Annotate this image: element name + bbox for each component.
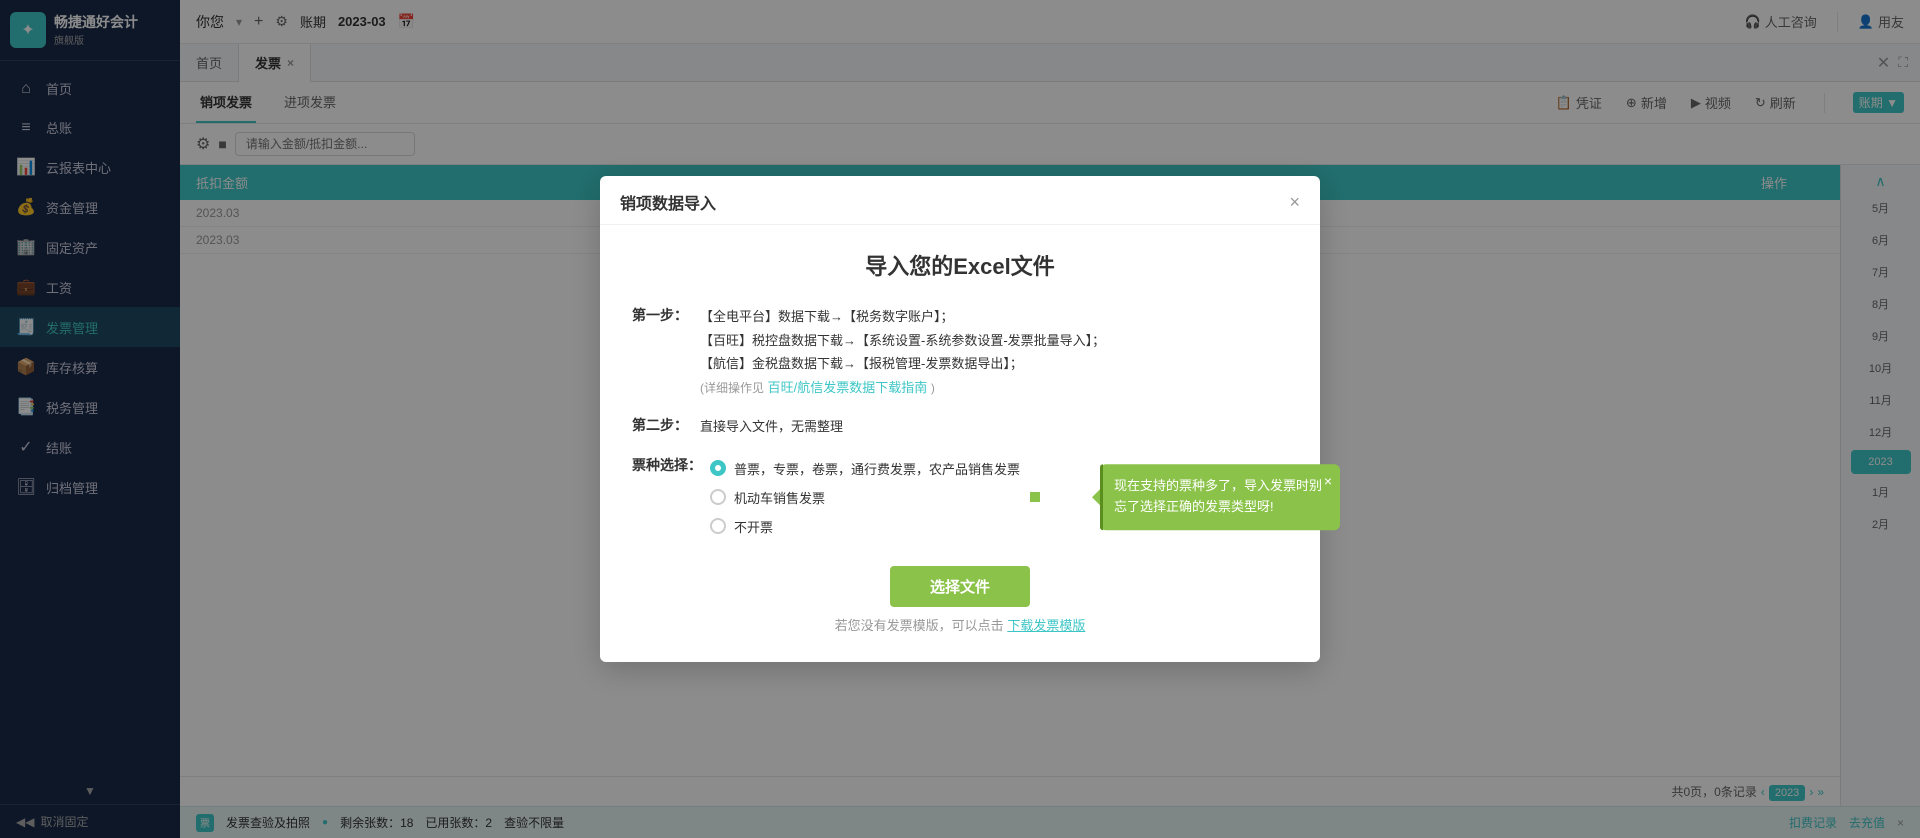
step1-hint: (详细操作见 百旺/航信发票数据下载指南 ) [700,376,1105,400]
radio-label-2: 机动车销售发票 [734,488,825,507]
radio-circle-3 [710,518,726,534]
step1-line1: 【全电平台】数据下载→【税务数字账户】； [700,305,1105,328]
step1-content: 【全电平台】数据下载→【税务数字账户】； 【百旺】税控盘数据下载→【系统设置-系… [700,305,1105,399]
step1-line3: 【航信】金税盘数据下载→【报税管理-发票数据导出】； [700,352,1105,375]
modal-header: 销项数据导入 × [600,176,1320,225]
step1-hint-text: (详细操作见 [700,381,764,395]
import-modal: 销项数据导入 × 导入您的Excel文件 第一步： 【全电平台】数据下载→【税务… [600,176,1320,661]
radio-label-3: 不开票 [734,517,773,536]
radio-circle-2 [710,489,726,505]
step1-label: 第一步： [632,305,692,325]
modal-body: 导入您的Excel文件 第一步： 【全电平台】数据下载→【税务数字账户】； 【百… [600,225,1320,661]
download-template-link[interactable]: 下载发票模版 [1007,618,1085,633]
footer-text: 若您没有发票模版，可以点击 [835,618,1004,633]
radio-item-2[interactable]: 机动车销售发票 × 现在支持的票种多了，导入发票时别忘了选择正确的发票类型呀! [710,488,1020,507]
step1-row: 第一步： 【全电平台】数据下载→【税务数字账户】； 【百旺】税控盘数据下载→【系… [632,305,1288,399]
radio-label-1: 普票，专票，卷票，通行费发票，农产品销售发票 [734,459,1020,478]
radio-circle-1 [710,460,726,476]
radio-item-1[interactable]: 普票，专票，卷票，通行费发票，农产品销售发票 [710,459,1020,478]
select-file-button[interactable]: 选择文件 [890,566,1030,607]
tooltip-dot [1030,492,1040,502]
tooltip-bar [1100,464,1103,530]
step2-label: 第二步： [632,415,692,435]
modal-close-btn[interactable]: × [1289,193,1300,211]
step2-row: 第二步： 直接导入文件，无需整理 [632,415,1288,438]
tooltip-bubble: × 现在支持的票种多了，导入发票时别忘了选择正确的发票类型呀! [1100,464,1340,530]
modal-title: 销项数据导入 [620,190,716,214]
step1-guide-link[interactable]: 百旺/航信发票数据下载指南 [768,380,928,395]
modal-overlay: 销项数据导入 × 导入您的Excel文件 第一步： 【全电平台】数据下载→【税务… [0,0,1920,838]
tooltip-text: 现在支持的票种多了，导入发票时别忘了选择正确的发票类型呀! [1114,478,1322,514]
step1-line2: 【百旺】税控盘数据下载→【系统设置-系统参数设置-发票批量导入】； [700,329,1105,352]
step2-content: 直接导入文件，无需整理 [700,415,843,438]
modal-main-title: 导入您的Excel文件 [632,249,1288,281]
ticket-type-row: 票种选择： 普票，专票，卷票，通行费发票，农产品销售发票 机动车销售发票 [632,455,1288,546]
step1-hint-end: ) [931,381,935,395]
ticket-radio-group: 普票，专票，卷票，通行费发票，农产品销售发票 机动车销售发票 × [710,459,1020,546]
radio-item-3[interactable]: 不开票 [710,517,1020,536]
tooltip-close-btn[interactable]: × [1324,470,1332,492]
ticket-type-label: 票种选择： [632,455,702,475]
modal-footer: 若您没有发票模版，可以点击 下载发票模版 [632,615,1288,634]
